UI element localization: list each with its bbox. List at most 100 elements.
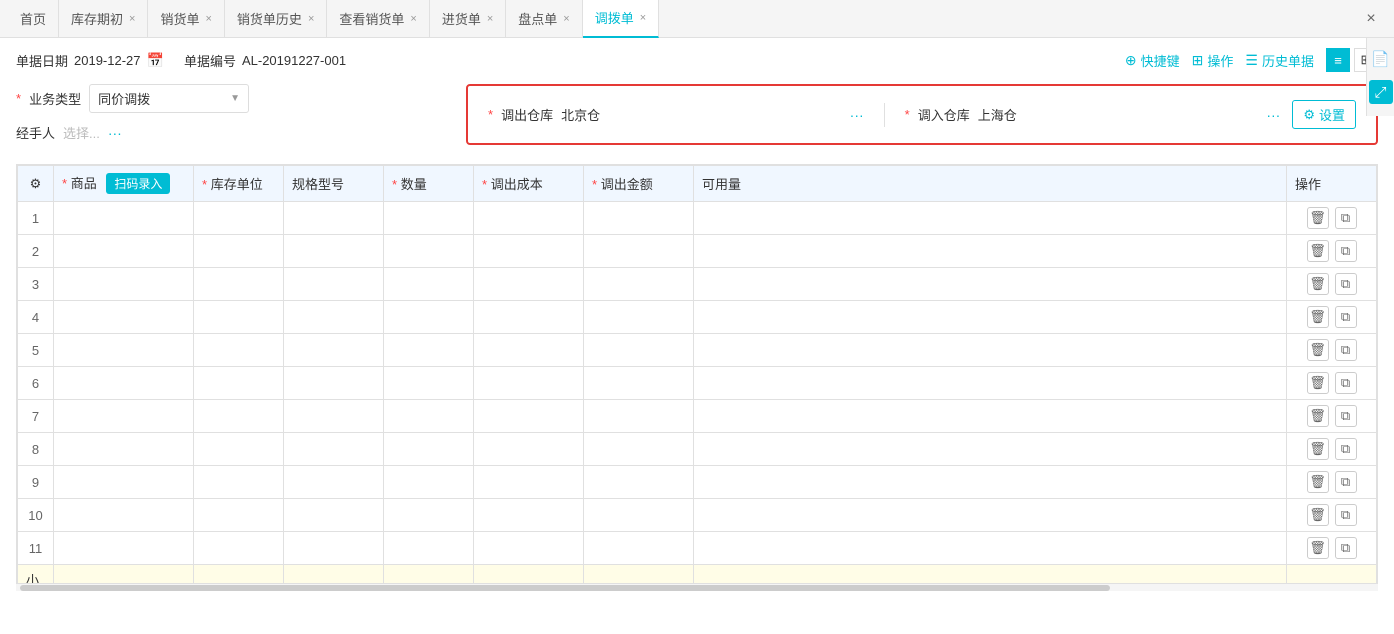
cell-product[interactable]	[54, 433, 194, 466]
cell-quantity[interactable]	[384, 235, 474, 268]
history-action[interactable]: ☰ 历史单据	[1245, 51, 1314, 70]
cell-cost[interactable]	[474, 301, 584, 334]
tab-home[interactable]: 首页	[8, 0, 59, 38]
cell-amount[interactable]	[584, 367, 694, 400]
cell-amount[interactable]	[584, 400, 694, 433]
cell-unit	[194, 235, 284, 268]
cell-quantity[interactable]	[384, 268, 474, 301]
cell-cost[interactable]	[474, 532, 584, 565]
handler-placeholder[interactable]: 选择...	[63, 123, 100, 142]
cell-cost[interactable]	[474, 466, 584, 499]
cell-amount[interactable]	[584, 433, 694, 466]
delete-row-button[interactable]: 🗑	[1307, 471, 1329, 493]
delete-row-button[interactable]: 🗑	[1307, 372, 1329, 394]
handler-more-btn[interactable]: ···	[108, 125, 122, 141]
tab-close-inventory[interactable]: ×	[129, 13, 135, 25]
cell-amount[interactable]	[584, 334, 694, 367]
cell-product[interactable]	[54, 367, 194, 400]
sidebar-expand-icon[interactable]: ⤢	[1369, 80, 1393, 104]
tab-view-sales[interactable]: 查看销货单 ×	[327, 0, 429, 38]
shortcut-action[interactable]: ⊕ 快捷键	[1125, 51, 1180, 70]
settings-button[interactable]: ⚙ 设置	[1292, 100, 1356, 129]
tab-stocktake[interactable]: 盘点单 ×	[506, 0, 582, 38]
copy-row-button[interactable]: ⧉	[1335, 438, 1357, 460]
cell-cost[interactable]	[474, 433, 584, 466]
cell-quantity[interactable]	[384, 433, 474, 466]
copy-row-button[interactable]: ⧉	[1335, 504, 1357, 526]
cell-quantity[interactable]	[384, 202, 474, 235]
delete-row-button[interactable]: 🗑	[1307, 537, 1329, 559]
delete-row-button[interactable]: 🗑	[1307, 207, 1329, 229]
copy-row-button[interactable]: ⧉	[1335, 240, 1357, 262]
copy-row-button[interactable]: ⧉	[1335, 273, 1357, 295]
cell-amount[interactable]	[584, 499, 694, 532]
cell-product[interactable]	[54, 268, 194, 301]
list-view-btn[interactable]: ≡	[1326, 48, 1350, 72]
tab-purchase-order[interactable]: 进货单 ×	[430, 0, 506, 38]
transfer-in-more-btn[interactable]: ···	[1266, 107, 1280, 123]
business-type-dropdown[interactable]: 同价调拨 ▼	[89, 84, 249, 113]
copy-row-button[interactable]: ⧉	[1335, 339, 1357, 361]
tab-close-sales[interactable]: ×	[205, 13, 211, 25]
cell-cost[interactable]	[474, 235, 584, 268]
sidebar-document-icon[interactable]: 📄	[1371, 50, 1390, 68]
cell-amount[interactable]	[584, 235, 694, 268]
cell-product[interactable]	[54, 334, 194, 367]
cell-amount[interactable]	[584, 466, 694, 499]
tab-transfer[interactable]: 调拨单 ×	[583, 0, 659, 38]
cell-quantity[interactable]	[384, 334, 474, 367]
cell-product[interactable]	[54, 202, 194, 235]
tab-close-view-sales[interactable]: ×	[410, 13, 416, 25]
delete-row-button[interactable]: 🗑	[1307, 405, 1329, 427]
delete-row-button[interactable]: 🗑	[1307, 306, 1329, 328]
delete-row-button[interactable]: 🗑	[1307, 273, 1329, 295]
transfer-out-more-btn[interactable]: ···	[850, 107, 864, 123]
cell-product[interactable]	[54, 532, 194, 565]
cell-cost[interactable]	[474, 499, 584, 532]
tab-close-purchase[interactable]: ×	[487, 13, 493, 25]
date-label: 单据日期	[16, 51, 68, 70]
cell-quantity[interactable]	[384, 400, 474, 433]
copy-row-button[interactable]: ⧉	[1335, 405, 1357, 427]
tab-close-sales-history[interactable]: ×	[308, 13, 314, 25]
cell-cost[interactable]	[474, 268, 584, 301]
horizontal-scrollbar[interactable]	[16, 583, 1378, 591]
cell-product[interactable]	[54, 499, 194, 532]
cell-cost[interactable]	[474, 400, 584, 433]
scan-entry-button[interactable]: 扫码录入	[106, 173, 170, 194]
cell-quantity[interactable]	[384, 532, 474, 565]
cell-amount[interactable]	[584, 532, 694, 565]
cell-quantity[interactable]	[384, 466, 474, 499]
operation-action[interactable]: ⊞ 操作	[1192, 51, 1234, 70]
tab-sales-history[interactable]: 销货单历史 ×	[225, 0, 327, 38]
copy-row-button[interactable]: ⧉	[1335, 537, 1357, 559]
delete-row-button[interactable]: 🗑	[1307, 339, 1329, 361]
cell-cost[interactable]	[474, 334, 584, 367]
cell-amount[interactable]	[584, 301, 694, 334]
cell-amount[interactable]	[584, 202, 694, 235]
tab-bar-close-button[interactable]: ×	[1356, 4, 1386, 34]
cell-amount[interactable]	[584, 268, 694, 301]
copy-row-button[interactable]: ⧉	[1335, 471, 1357, 493]
copy-row-button[interactable]: ⧉	[1335, 207, 1357, 229]
cell-quantity[interactable]	[384, 367, 474, 400]
th-gear[interactable]: ⚙	[18, 166, 54, 202]
cell-product[interactable]	[54, 466, 194, 499]
copy-row-button[interactable]: ⧉	[1335, 372, 1357, 394]
tab-close-stocktake[interactable]: ×	[563, 13, 569, 25]
cell-cost[interactable]	[474, 202, 584, 235]
tab-close-transfer[interactable]: ×	[640, 12, 646, 24]
cell-cost[interactable]	[474, 367, 584, 400]
cell-product[interactable]	[54, 235, 194, 268]
tab-sales-order[interactable]: 销货单 ×	[148, 0, 224, 38]
copy-row-button[interactable]: ⧉	[1335, 306, 1357, 328]
cell-quantity[interactable]	[384, 301, 474, 334]
cell-quantity[interactable]	[384, 499, 474, 532]
delete-row-button[interactable]: 🗑	[1307, 504, 1329, 526]
tab-inventory-init[interactable]: 库存期初 ×	[59, 0, 148, 38]
cell-product[interactable]	[54, 400, 194, 433]
delete-row-button[interactable]: 🗑	[1307, 438, 1329, 460]
cell-product[interactable]	[54, 301, 194, 334]
calendar-icon[interactable]: 📅	[147, 52, 164, 69]
delete-row-button[interactable]: 🗑	[1307, 240, 1329, 262]
